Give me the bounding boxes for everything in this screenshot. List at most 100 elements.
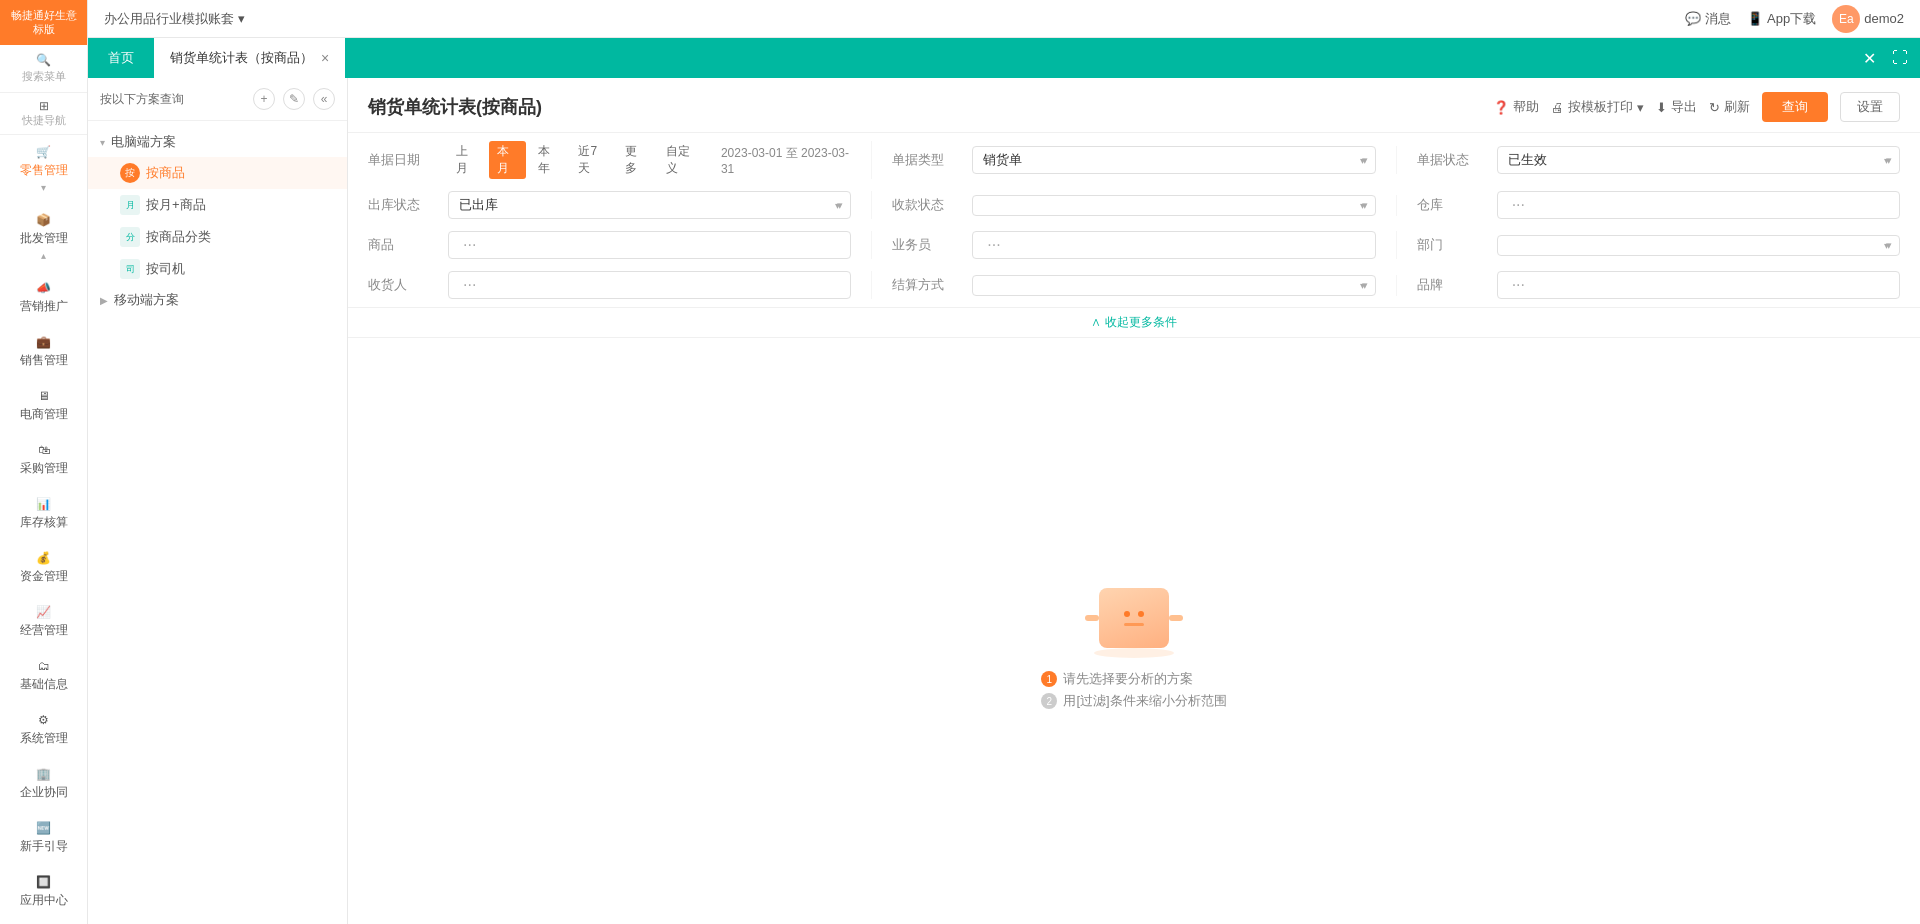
payment-status-select[interactable]: ▾ <box>972 195 1375 216</box>
tree-parent-mobile[interactable]: ▶ 移动端方案 <box>88 285 347 315</box>
date-tab-custom[interactable]: 自定义 <box>658 141 705 179</box>
sidebar-item-purchase[interactable]: 🛍 采购管理 <box>0 433 87 487</box>
sidebar-item-system[interactable]: ⚙ 系统管理 <box>0 703 87 757</box>
industry-dropdown[interactable]: 办公用品行业模拟账套 ▾ <box>104 10 245 28</box>
nav-label: 快捷导航 <box>0 113 87 128</box>
active-scheme-icon: 按 <box>120 163 140 183</box>
settlement-select[interactable]: ▾ <box>972 275 1375 296</box>
receiver-input[interactable]: ··· <box>448 271 851 299</box>
tree-child-by-category[interactable]: 分 按商品分类 <box>88 221 347 253</box>
tree-child-by-driver[interactable]: 司 按司机 <box>88 253 347 285</box>
header-right: 💬 消息 📱 App下载 Ea demo2 <box>1685 5 1904 33</box>
header-left: 办公用品行业模拟账套 ▾ <box>104 10 245 28</box>
help-btn[interactable]: ❓ 帮助 <box>1493 98 1539 116</box>
app-download-btn[interactable]: 📱 App下载 <box>1747 10 1816 28</box>
stock-status-select[interactable]: 已出库 ▾ <box>448 191 851 219</box>
search-label: 搜索菜单 <box>6 69 81 84</box>
print-icon: 🖨 <box>1551 100 1564 115</box>
goods-input[interactable]: ··· <box>448 231 851 259</box>
sidebar-item-retail[interactable]: 🛒 零售管理 ▾ <box>0 135 87 203</box>
print-btn[interactable]: 🖨 按模板打印 ▾ <box>1551 98 1644 116</box>
dept-select[interactable]: ▾ <box>1497 235 1900 256</box>
refresh-label: 刷新 <box>1724 98 1750 116</box>
refresh-btn[interactable]: ↻ 刷新 <box>1709 98 1750 116</box>
retail-icon: 🛒 <box>36 145 51 159</box>
goods-label: 商品 <box>368 236 448 254</box>
bill-status-value: 已生效 <box>1508 151 1547 169</box>
date-label: 单据日期 <box>368 151 448 169</box>
export-label: 导出 <box>1671 98 1697 116</box>
username-label: demo2 <box>1864 11 1904 26</box>
message-btn[interactable]: 💬 消息 <box>1685 10 1731 28</box>
brand-input[interactable]: ··· <box>1497 271 1900 299</box>
sidebar-nav-quick[interactable]: ⊞ 快捷导航 <box>0 93 87 135</box>
date-tab-year[interactable]: 本年 <box>530 141 567 179</box>
user-area[interactable]: Ea demo2 <box>1832 5 1904 33</box>
left-panel: 按以下方案查询 + ✎ « ▾ 电脑端方案 按 按商品 月 按月+商品 <box>88 78 348 924</box>
page-header: 销货单统计表(按商品) ❓ 帮助 🖨 按模板打印 ▾ ⬇ 导出 <box>348 78 1920 133</box>
hint-text-1: 请先选择要分析的方案 <box>1063 670 1193 688</box>
chevron-icon-mobile: ▶ <box>100 295 108 306</box>
settlement-arrow: ▾ <box>1360 280 1365 291</box>
top-header: 办公用品行业模拟账套 ▾ 💬 消息 📱 App下载 Ea demo2 <box>88 0 1920 38</box>
date-tab-prev-month[interactable]: 上月 <box>448 141 485 179</box>
appstore-label: 应用中心 <box>20 892 68 909</box>
tab-active[interactable]: 销货单统计表（按商品） × <box>154 38 345 78</box>
payment-status-wrapper: ▾ <box>972 195 1375 216</box>
warehouse-dots: ··· <box>1508 196 1529 214</box>
query-btn[interactable]: 查询 <box>1762 92 1828 122</box>
tree-child-by-month-goods[interactable]: 月 按月+商品 <box>88 189 347 221</box>
tree-parent-mobile-label: 移动端方案 <box>114 291 179 309</box>
sidebar-item-guide[interactable]: 🆕 新手引导 <box>0 811 87 865</box>
home-label: 首页 <box>108 49 134 67</box>
finance-label: 资金管理 <box>20 568 68 585</box>
sidebar-item-basic[interactable]: 🗂 基础信息 <box>0 649 87 703</box>
tab-expand-icon[interactable]: ⛶ <box>1888 45 1912 71</box>
sidebar-item-finance[interactable]: 💰 资金管理 <box>0 541 87 595</box>
tree-child-by-goods[interactable]: 按 按商品 <box>88 157 347 189</box>
sidebar-item-wholesale[interactable]: 📦 批发管理 ▴ <box>0 203 87 271</box>
goods-dots: ··· <box>459 236 480 254</box>
hint-badge-1: 1 <box>1041 671 1057 687</box>
tree-child-by-goods-label: 按商品 <box>146 164 185 182</box>
left-panel-header: 按以下方案查询 + ✎ « <box>88 78 347 121</box>
tab-close-btn[interactable]: × <box>321 51 329 65</box>
collapse-filter-btn[interactable]: ∧ 收起更多条件 <box>348 307 1920 337</box>
collapse-panel-btn[interactable]: « <box>313 88 335 110</box>
date-tab-current-month[interactable]: 本月 <box>489 141 526 179</box>
staff-dots: ··· <box>983 236 1004 254</box>
tab-close-all-icon[interactable]: ✕ <box>1859 45 1880 72</box>
sidebar-item-operation[interactable]: 📈 经营管理 <box>0 595 87 649</box>
bill-type-wrapper: 销货单 ▾ <box>972 146 1375 174</box>
tree-parent-pc[interactable]: ▾ 电脑端方案 <box>88 127 347 157</box>
sidebar: 畅捷通好生意 标版 🔍 搜索菜单 ⊞ 快捷导航 🛒 零售管理 ▾ 📦 批发管理 … <box>0 0 88 924</box>
edit-scheme-btn[interactable]: ✎ <box>283 88 305 110</box>
staff-input[interactable]: ··· <box>972 231 1375 259</box>
sidebar-item-wechat[interactable]: 💬 企业微信 <box>0 919 87 924</box>
scheme-icon-2: 分 <box>120 227 140 247</box>
sidebar-search[interactable]: 🔍 搜索菜单 <box>0 45 87 93</box>
warehouse-input[interactable]: ··· <box>1497 191 1900 219</box>
wholesale-icon: 📦 <box>36 213 51 227</box>
export-btn[interactable]: ⬇ 导出 <box>1656 98 1697 116</box>
date-tab-7days[interactable]: 近7天 <box>570 141 613 179</box>
date-tab-more[interactable]: 更多 <box>617 141 654 179</box>
bill-status-arrow: ▾ <box>1884 155 1889 166</box>
sidebar-item-sales[interactable]: 💼 销售管理 <box>0 325 87 379</box>
brand-dots: ··· <box>1508 276 1529 294</box>
sidebar-item-ecom[interactable]: 🖥 电商管理 <box>0 379 87 433</box>
bill-type-select[interactable]: 销货单 ▾ <box>972 146 1375 174</box>
add-scheme-btn[interactable]: + <box>253 88 275 110</box>
sidebar-item-marketing[interactable]: 📣 营销推广 <box>0 271 87 325</box>
filter-row-2: 出库状态 已出库 ▾ 收款状态 <box>368 191 1900 219</box>
filter-row-1: 单据日期 上月 本月 本年 近7天 更多 自定义 2023-03-01 至 20… <box>368 141 1900 179</box>
sidebar-item-inventory[interactable]: 📊 库存核算 <box>0 487 87 541</box>
settings-btn[interactable]: 设置 <box>1840 92 1900 122</box>
bill-status-select[interactable]: 已生效 ▾ <box>1497 146 1900 174</box>
tab-home[interactable]: 首页 <box>88 38 154 78</box>
print-label: 按模板打印 <box>1568 98 1633 116</box>
inventory-label: 库存核算 <box>20 514 68 531</box>
sidebar-item-appstore[interactable]: 🔲 应用中心 <box>0 865 87 919</box>
tree-child-by-month-goods-label: 按月+商品 <box>146 196 206 214</box>
sidebar-item-corp[interactable]: 🏢 企业协同 <box>0 757 87 811</box>
